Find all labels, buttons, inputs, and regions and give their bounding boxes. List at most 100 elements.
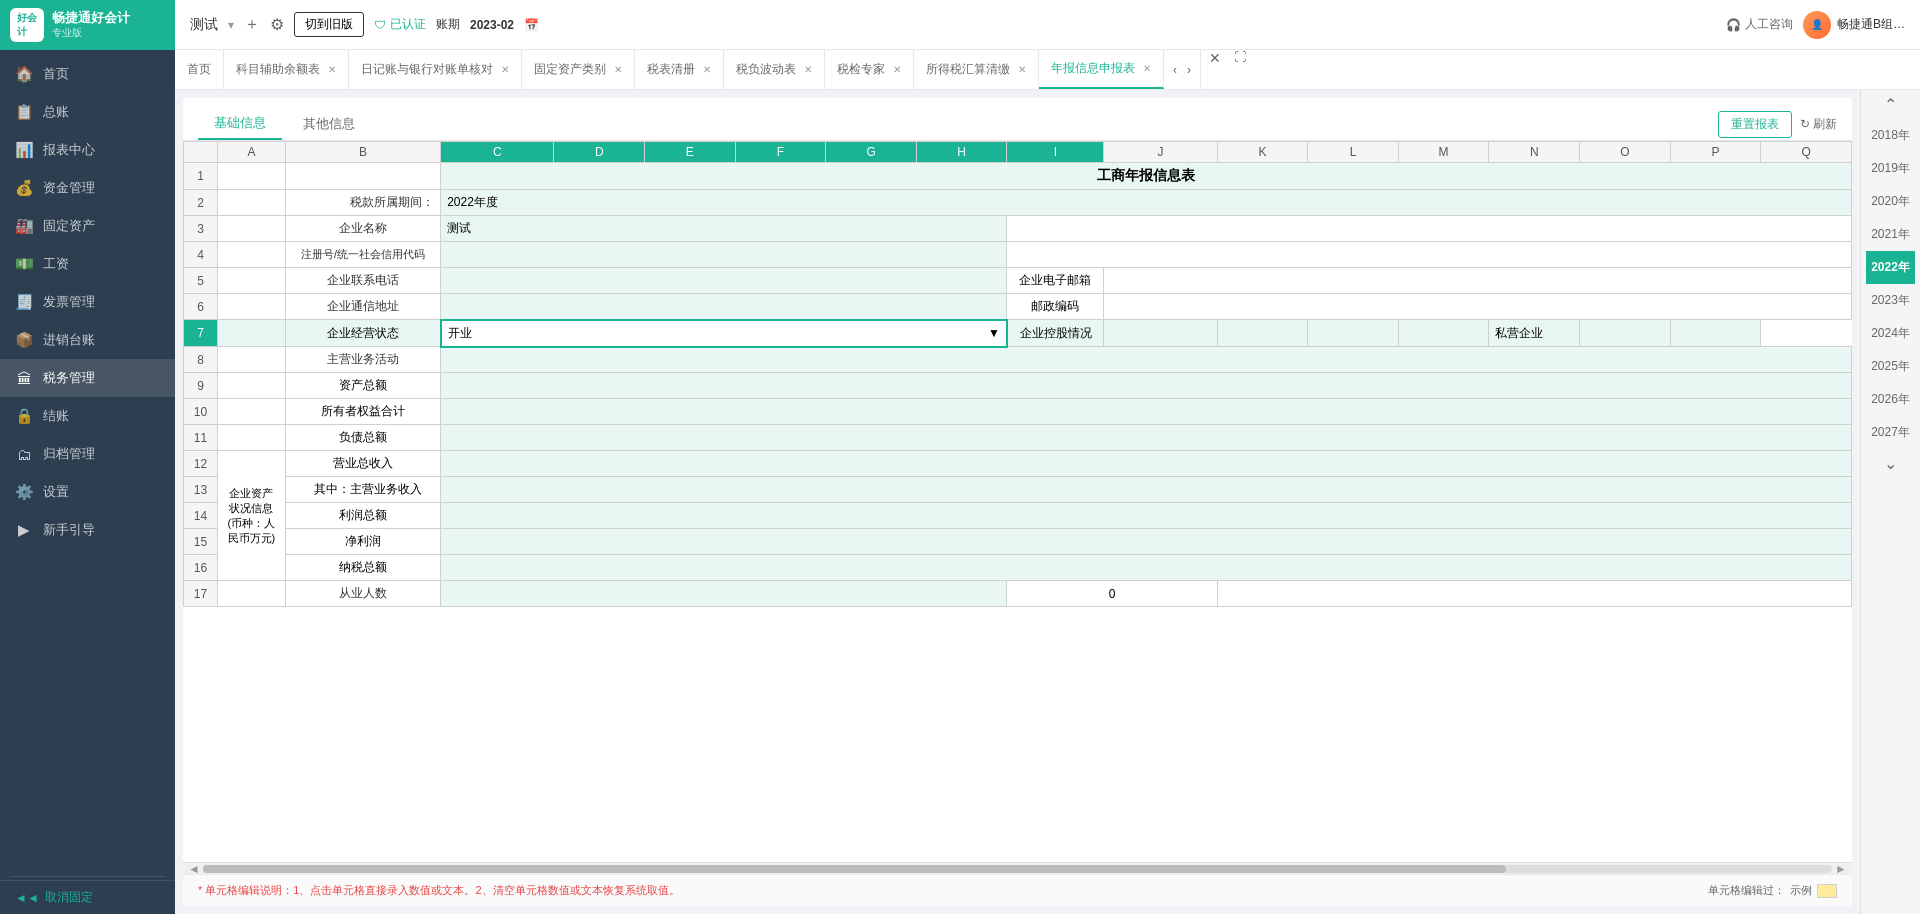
- spreadsheet-container[interactable]: A B C D E F G H I J K L M: [183, 141, 1852, 862]
- cell-3-empty[interactable]: [1007, 216, 1852, 242]
- tab-basic-info[interactable]: 基础信息: [198, 108, 282, 140]
- cell-5-value[interactable]: [441, 268, 1007, 294]
- cell-13-value[interactable]: [441, 477, 1852, 503]
- sidebar-item-settings[interactable]: ⚙️设置: [0, 473, 175, 511]
- col-header-o[interactable]: O: [1580, 142, 1671, 163]
- cell-12-16a-merge[interactable]: 企业资产状况信息(币种：人民币万元): [217, 451, 285, 581]
- cell-10-value[interactable]: [441, 399, 1852, 425]
- tab-journal[interactable]: 日记账与银行对账单核对✕: [349, 50, 522, 89]
- reset-report-button[interactable]: 重置报表: [1718, 111, 1792, 138]
- tab-other-info[interactable]: 其他信息: [287, 109, 371, 139]
- cell-10b-label[interactable]: 所有者权益合计: [285, 399, 440, 425]
- col-header-a[interactable]: A: [217, 142, 285, 163]
- cell-7a[interactable]: [217, 320, 285, 347]
- sidebar-item-report[interactable]: 📊报表中心: [0, 131, 175, 169]
- col-header-p[interactable]: P: [1670, 142, 1761, 163]
- cell-6-right[interactable]: [1104, 294, 1852, 320]
- sidebar-item-inventory[interactable]: 📦进销台账: [0, 321, 175, 359]
- cell-14b-label[interactable]: 利润总额: [285, 503, 440, 529]
- tab-close-income_tax[interactable]: ✕: [1018, 64, 1026, 75]
- add-tab-button[interactable]: ＋: [244, 14, 260, 35]
- cell-16b-label[interactable]: 纳税总额: [285, 555, 440, 581]
- refresh-button[interactable]: ↻ 刷新: [1800, 116, 1837, 133]
- col-header-c[interactable]: C: [441, 142, 554, 163]
- cell-11a[interactable]: [217, 425, 285, 451]
- col-header-m[interactable]: M: [1398, 142, 1489, 163]
- tab-close-tax_change[interactable]: ✕: [804, 64, 812, 75]
- sidebar-item-tax[interactable]: 🏛税务管理: [0, 359, 175, 397]
- cell-10a[interactable]: [217, 399, 285, 425]
- year-item-2024年[interactable]: 2024年: [1866, 317, 1915, 350]
- year-item-2019年[interactable]: 2019年: [1866, 152, 1915, 185]
- cell-8a[interactable]: [217, 347, 285, 373]
- settings-icon[interactable]: ⚙: [270, 15, 284, 34]
- cell-7n[interactable]: [1398, 320, 1489, 347]
- year-scroll-up-button[interactable]: ⌃: [1879, 90, 1902, 119]
- col-header-g[interactable]: G: [826, 142, 917, 163]
- cell-7l[interactable]: [1217, 320, 1308, 347]
- tab-fixed_asset_cat[interactable]: 固定资产类别✕: [522, 50, 635, 89]
- col-header-j[interactable]: J: [1104, 142, 1217, 163]
- user-menu[interactable]: 👤 畅捷通B组…: [1803, 11, 1905, 39]
- cell-1a[interactable]: [217, 163, 285, 190]
- cell-5b-label[interactable]: 企业联系电话: [285, 268, 440, 294]
- switch-old-version-button[interactable]: 切到旧版: [294, 12, 364, 37]
- cell-1-title[interactable]: 工商年报信息表: [441, 163, 1852, 190]
- cell-2a[interactable]: [217, 190, 285, 216]
- col-header-l[interactable]: L: [1308, 142, 1399, 163]
- cell-3b-label[interactable]: 企业名称: [285, 216, 440, 242]
- col-header-d[interactable]: D: [554, 142, 645, 163]
- year-item-2022年[interactable]: 2022年: [1866, 251, 1915, 284]
- tab-close-annual_report[interactable]: ✕: [1143, 63, 1151, 74]
- cell-7q[interactable]: [1670, 320, 1761, 347]
- tab-home[interactable]: 首页: [175, 50, 224, 89]
- sidebar-item-fixed_asset[interactable]: 🏭固定资产: [0, 207, 175, 245]
- cancel-fixed-button[interactable]: ◄◄ 取消固定: [0, 880, 175, 914]
- cell-4-empty[interactable]: [1007, 242, 1852, 268]
- horizontal-scrollbar[interactable]: ◄ ►: [183, 862, 1852, 874]
- scroll-thumb[interactable]: [203, 865, 1506, 873]
- tab-tax_check[interactable]: 税检专家✕: [825, 50, 914, 89]
- cell-5j[interactable]: 企业电子邮箱: [1007, 268, 1104, 294]
- col-header-i[interactable]: I: [1007, 142, 1104, 163]
- year-item-2025年[interactable]: 2025年: [1866, 350, 1915, 383]
- cell-17-value[interactable]: [441, 581, 1007, 607]
- cell-4b-label[interactable]: 注册号/统一社会信用代码: [285, 242, 440, 268]
- cell-17-rest[interactable]: [1217, 581, 1851, 607]
- cell-12-value[interactable]: [441, 451, 1852, 477]
- cell-5a[interactable]: [217, 268, 285, 294]
- col-header-n[interactable]: N: [1489, 142, 1580, 163]
- cell-7k[interactable]: [1104, 320, 1217, 347]
- cell-17j[interactable]: 0: [1007, 581, 1217, 607]
- cell-7p[interactable]: [1580, 320, 1671, 347]
- sidebar-item-close[interactable]: 🔒结账: [0, 397, 175, 435]
- cell-5-right[interactable]: [1104, 268, 1852, 294]
- year-item-2027年[interactable]: 2027年: [1866, 416, 1915, 449]
- col-header-b[interactable]: B: [285, 142, 440, 163]
- tab-close-all-button[interactable]: ✕: [1201, 50, 1229, 89]
- tab-close-tax_return[interactable]: ✕: [703, 64, 711, 75]
- cell-6j[interactable]: 邮政编码: [1007, 294, 1104, 320]
- cell-15b-label[interactable]: 净利润: [285, 529, 440, 555]
- year-item-2021年[interactable]: 2021年: [1866, 218, 1915, 251]
- dropdown-arrow-icon[interactable]: ▼: [988, 326, 1000, 340]
- cell-7o[interactable]: 私营企业: [1489, 320, 1580, 347]
- col-header-k[interactable]: K: [1217, 142, 1308, 163]
- cell-4a[interactable]: [217, 242, 285, 268]
- tab-close-fixed_asset_cat[interactable]: ✕: [614, 64, 622, 75]
- scroll-track[interactable]: [203, 865, 1832, 873]
- service-button[interactable]: 🎧 人工咨询: [1726, 16, 1793, 33]
- cell-6a[interactable]: [217, 294, 285, 320]
- tab-income_tax[interactable]: 所得税汇算清缴✕: [914, 50, 1039, 89]
- year-item-2020年[interactable]: 2020年: [1866, 185, 1915, 218]
- sidebar-item-archive[interactable]: 🗂归档管理: [0, 435, 175, 473]
- year-item-2026年[interactable]: 2026年: [1866, 383, 1915, 416]
- tab-aux_balance[interactable]: 科目辅助余额表✕: [224, 50, 349, 89]
- cell-4-value[interactable]: [441, 242, 1007, 268]
- tab-next-button[interactable]: ›: [1183, 61, 1195, 79]
- tab-annual_report[interactable]: 年报信息申报表✕: [1039, 50, 1164, 89]
- sidebar-item-payroll[interactable]: 💵工资: [0, 245, 175, 283]
- year-item-2018年[interactable]: 2018年: [1866, 119, 1915, 152]
- sidebar-item-guide[interactable]: ▶新手引导: [0, 511, 175, 549]
- tab-tax_change[interactable]: 税负波动表✕: [724, 50, 825, 89]
